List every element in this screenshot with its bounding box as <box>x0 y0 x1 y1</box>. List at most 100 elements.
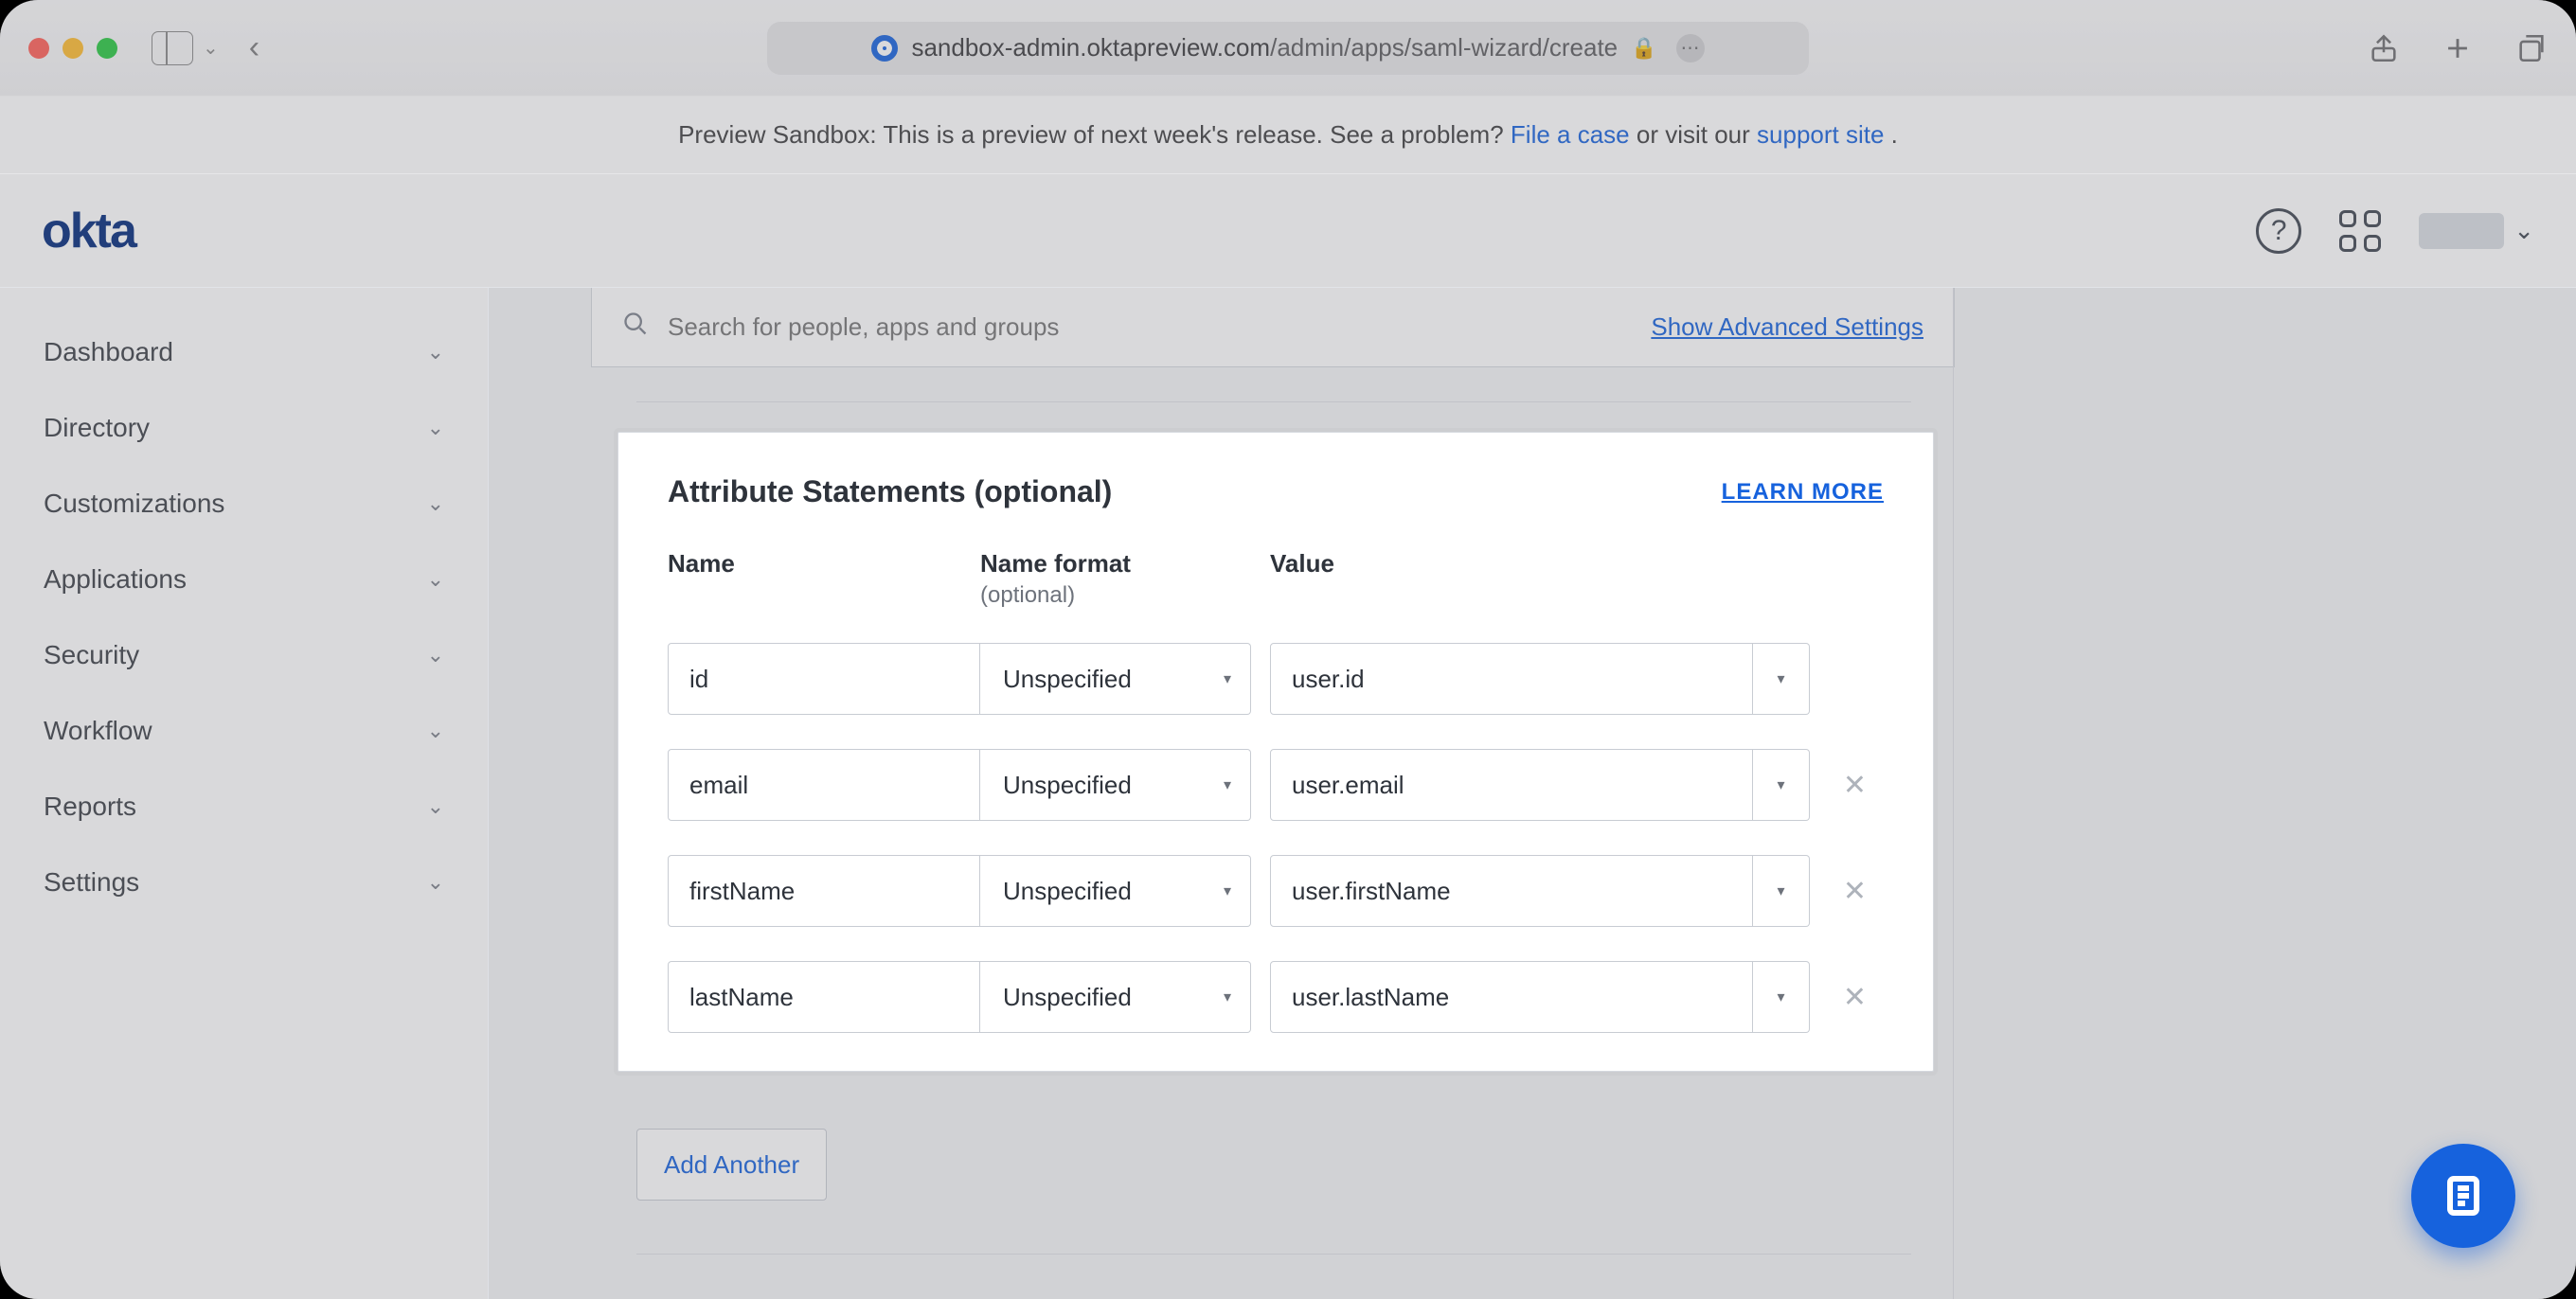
browser-toolbar: ⌄ ‹ sandbox-admin.oktapreview.com/admin/… <box>0 0 2576 97</box>
attribute-statements-card: Attribute Statements (optional) LEARN MO… <box>617 432 1934 1072</box>
minimize-window-icon[interactable] <box>63 38 83 59</box>
attr-format-value: Unspecified <box>1003 665 1132 694</box>
attr-format-select[interactable]: Unspecified ▾ <box>980 961 1251 1033</box>
attr-value-input[interactable] <box>1270 643 1753 715</box>
share-icon[interactable] <box>2368 32 2400 64</box>
attr-name-input[interactable] <box>668 749 980 821</box>
attr-format-value: Unspecified <box>1003 983 1132 1012</box>
caret-down-icon: ▾ <box>1224 988 1231 1006</box>
caret-down-icon: ▾ <box>1777 669 1784 688</box>
remove-row-icon[interactable]: ✕ <box>1830 769 1867 802</box>
chevron-down-icon: ⌄ <box>427 567 444 592</box>
page-actions-icon[interactable]: ⋯ <box>1676 34 1705 62</box>
show-advanced-settings-link[interactable]: Show Advanced Settings <box>1651 312 1923 342</box>
section-divider <box>636 401 1911 402</box>
sidenav-item-dashboard[interactable]: Dashboard ⌄ <box>0 314 488 390</box>
caret-down-icon: ▾ <box>1777 775 1784 794</box>
sidenav-item-label: Customizations <box>44 489 224 519</box>
new-tab-icon[interactable] <box>2442 32 2474 64</box>
attr-value-dropdown[interactable]: ▾ <box>1753 961 1810 1033</box>
attr-format-value: Unspecified <box>1003 771 1132 800</box>
sidenav-item-label: Workflow <box>44 716 152 746</box>
caret-down-icon: ▾ <box>1224 669 1231 688</box>
caret-down-icon: ▾ <box>1224 775 1231 794</box>
address-bar[interactable]: sandbox-admin.oktapreview.com/admin/apps… <box>767 22 1809 75</box>
attribute-row: Unspecified ▾ ▾ ✕ <box>668 749 1884 821</box>
sidenav-item-directory[interactable]: Directory ⌄ <box>0 390 488 466</box>
sidenav-item-label: Applications <box>44 564 187 595</box>
learn-more-link[interactable]: LEARN MORE <box>1722 479 1884 506</box>
search-input[interactable] <box>668 312 1632 342</box>
attr-value-input[interactable] <box>1270 961 1753 1033</box>
preview-sandbox-banner: Preview Sandbox: This is a preview of ne… <box>0 97 2576 174</box>
attr-value-dropdown[interactable]: ▾ <box>1753 749 1810 821</box>
sidenav-item-applications[interactable]: Applications ⌄ <box>0 542 488 617</box>
attr-format-select[interactable]: Unspecified ▾ <box>980 643 1251 715</box>
help-icon[interactable]: ? <box>2256 208 2301 254</box>
remove-row-icon[interactable]: ✕ <box>1830 981 1867 1014</box>
help-fab-button[interactable] <box>2411 1144 2515 1248</box>
attr-format-value: Unspecified <box>1003 877 1132 906</box>
attr-name-input[interactable] <box>668 643 980 715</box>
attribute-row: Unspecified ▾ ▾ ✕ <box>668 855 1884 927</box>
caret-down-icon: ▾ <box>1777 881 1784 900</box>
global-search-bar: Show Advanced Settings <box>591 288 1955 367</box>
attr-value-input[interactable] <box>1270 855 1753 927</box>
app-header: okta ? ⌄ <box>0 174 2576 288</box>
attribute-row: Unspecified ▾ ▾ ✕ <box>668 643 1884 715</box>
sidenav-item-label: Security <box>44 640 139 670</box>
chevron-down-icon: ⌄ <box>427 643 444 667</box>
add-another-button[interactable]: Add Another <box>636 1129 827 1201</box>
sidenav-item-label: Settings <box>44 867 139 898</box>
url-host: sandbox-admin.oktapreview.com/admin/apps… <box>911 33 1618 62</box>
user-name-placeholder <box>2419 213 2504 249</box>
chevron-down-icon[interactable]: ⌄ <box>203 36 219 60</box>
caret-down-icon: ▾ <box>1224 881 1231 900</box>
tabs-overview-icon[interactable] <box>2515 32 2548 64</box>
chevron-down-icon: ⌄ <box>427 416 444 440</box>
side-navigation: Dashboard ⌄ Directory ⌄ Customizations ⌄ Ap… <box>0 288 489 1299</box>
attr-name-input[interactable] <box>668 855 980 927</box>
document-icon <box>2441 1173 2486 1219</box>
support-site-link[interactable]: support site <box>1757 120 1884 149</box>
chevron-down-icon: ⌄ <box>427 870 444 895</box>
sidenav-item-label: Directory <box>44 413 150 443</box>
attr-value-dropdown[interactable]: ▾ <box>1753 643 1810 715</box>
remove-row-icon[interactable]: ✕ <box>1830 875 1867 908</box>
attr-format-select[interactable]: Unspecified ▾ <box>980 749 1251 821</box>
attr-value-dropdown[interactable]: ▾ <box>1753 855 1810 927</box>
sidenav-item-workflow[interactable]: Workflow ⌄ <box>0 693 488 769</box>
caret-down-icon: ▾ <box>1777 988 1784 1006</box>
file-case-link[interactable]: File a case <box>1511 120 1630 149</box>
chevron-down-icon: ⌄ <box>2513 216 2534 245</box>
sidebar-toggle-icon[interactable] <box>152 31 193 65</box>
sidenav-item-security[interactable]: Security ⌄ <box>0 617 488 693</box>
sidenav-item-settings[interactable]: Settings ⌄ <box>0 845 488 920</box>
window-controls <box>28 38 117 59</box>
card-title: Attribute Statements (optional) <box>668 474 1112 509</box>
site-favicon-icon <box>871 35 898 62</box>
attr-format-select[interactable]: Unspecified ▾ <box>980 855 1251 927</box>
search-icon <box>622 311 649 345</box>
close-window-icon[interactable] <box>28 38 49 59</box>
back-button[interactable]: ‹ <box>236 29 273 66</box>
okta-logo[interactable]: okta <box>42 203 135 259</box>
attr-name-input[interactable] <box>668 961 980 1033</box>
user-menu[interactable]: ⌄ <box>2419 213 2534 249</box>
chevron-down-icon: ⌄ <box>427 794 444 819</box>
chevron-down-icon: ⌄ <box>427 340 444 365</box>
chevron-down-icon: ⌄ <box>427 719 444 743</box>
maximize-window-icon[interactable] <box>97 38 117 59</box>
banner-text: Preview Sandbox: This is a preview of ne… <box>678 120 1511 149</box>
sidenav-item-reports[interactable]: Reports ⌄ <box>0 769 488 845</box>
column-header-format: Name format (optional) <box>980 549 1251 609</box>
lock-icon: 🔒 <box>1631 36 1656 61</box>
section-divider <box>636 1254 1911 1255</box>
app-launcher-icon[interactable] <box>2339 210 2381 252</box>
sidenav-item-customizations[interactable]: Customizations ⌄ <box>0 466 488 542</box>
sidenav-item-label: Dashboard <box>44 337 173 367</box>
chevron-down-icon: ⌄ <box>427 491 444 516</box>
sidenav-item-label: Reports <box>44 792 136 822</box>
attr-value-input[interactable] <box>1270 749 1753 821</box>
attribute-row: Unspecified ▾ ▾ ✕ <box>668 961 1884 1033</box>
